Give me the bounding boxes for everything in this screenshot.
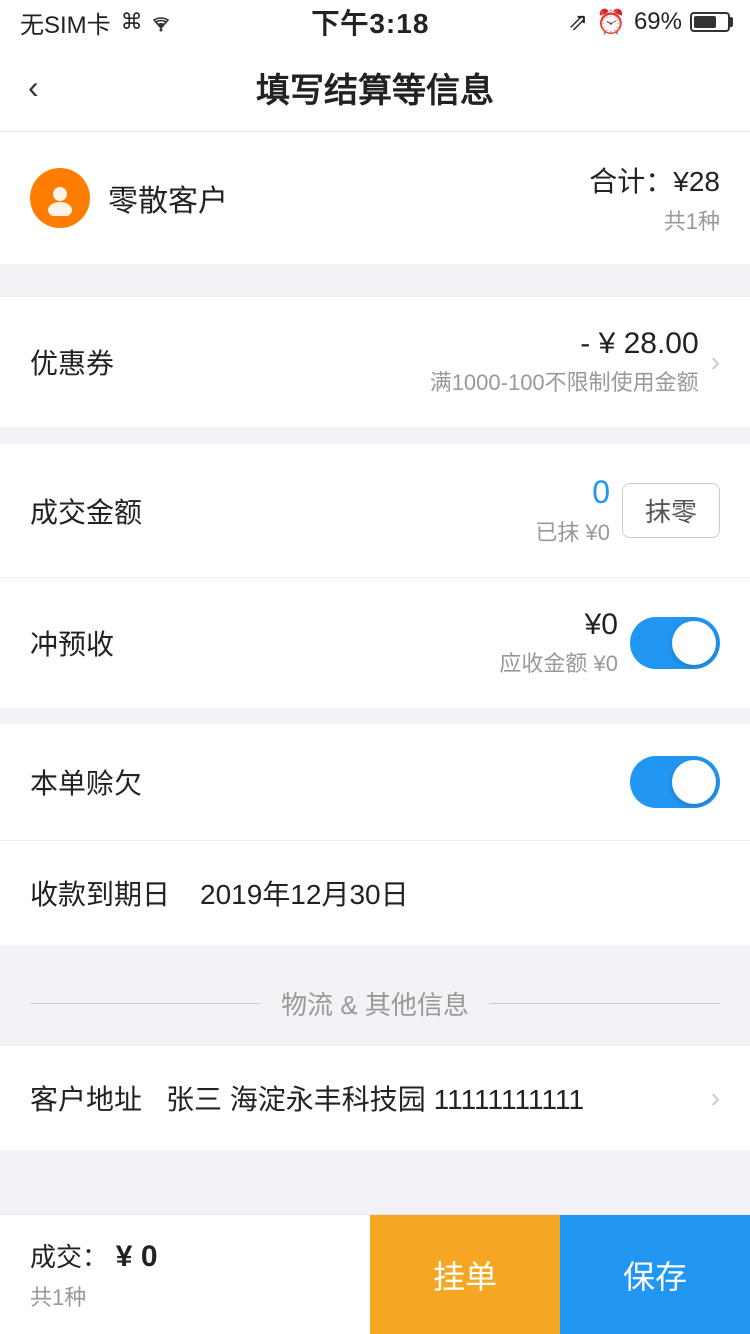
credit-label: 本单赊欠: [30, 762, 142, 802]
battery-percent: 69%: [634, 8, 682, 36]
divider-line-right: [489, 1003, 720, 1004]
prepay-row: 冲预收 ¥0 应收金额 ¥0: [0, 577, 750, 708]
prepay-amount: ¥0: [499, 608, 618, 642]
deal-amount-row: 成交金额 0 已抹 ¥0 抹零: [0, 443, 750, 577]
deal-amount-value[interactable]: 0: [535, 474, 610, 511]
save-button[interactable]: 保存: [560, 1215, 750, 1334]
total-count: 共1种: [589, 204, 720, 236]
total-amount: 合计：¥28: [589, 160, 720, 200]
address-value: 张三 海淀永丰科技园 11111111111: [166, 1078, 711, 1118]
coupon-label: 优惠券: [30, 342, 114, 382]
due-date-value: 2019年12月30日: [200, 873, 409, 913]
signal-text: 无SIM卡: [20, 5, 111, 40]
toggle-knob: [672, 621, 716, 665]
prepay-sub: 应收金额 ¥0: [499, 646, 618, 678]
back-button[interactable]: ‹: [28, 69, 39, 106]
avatar: [30, 168, 90, 228]
bottom-info: 成交： ¥ 0 共1种: [0, 1215, 370, 1334]
nav-bar: ‹ 填写结算等信息: [0, 44, 750, 132]
customer-row: 零散客户 合计：¥28 共1种: [0, 132, 750, 264]
prepay-amount-block: ¥0 应收金额 ¥0: [499, 608, 618, 678]
credit-toggle-knob: [672, 760, 716, 804]
divider-line-left: [30, 1003, 261, 1004]
wifi-icon: ⌘: [121, 9, 173, 35]
customer-name: 零散客户: [108, 176, 228, 220]
logistics-divider: 物流 & 其他信息: [0, 961, 750, 1046]
coupon-row[interactable]: 优惠券 - ¥ 28.00 满1000-100不限制使用金额 ›: [0, 296, 750, 427]
deal-amount-block: 0 已抹 ¥0: [535, 474, 610, 547]
prepay-label: 冲预收: [30, 623, 114, 663]
prepay-toggle[interactable]: [630, 617, 720, 669]
coupon-right: - ¥ 28.00 满1000-100不限制使用金额 ›: [430, 327, 720, 397]
credit-row: 本单赊欠: [0, 724, 750, 840]
due-date-row: 收款到期日 2019年12月30日: [0, 840, 750, 945]
address-label: 客户地址: [30, 1078, 142, 1118]
page-title: 填写结算等信息: [256, 63, 494, 112]
address-chevron: ›: [711, 1082, 720, 1114]
deal-amount-label: 成交金额: [30, 491, 142, 531]
customer-total: 合计：¥28 共1种: [589, 160, 720, 236]
logistics-label: 物流 & 其他信息: [281, 985, 469, 1022]
alarm-icon: ⏰: [596, 8, 626, 37]
deal-amount-right: 0 已抹 ¥0 抹零: [535, 474, 720, 547]
credit-toggle[interactable]: [630, 756, 720, 808]
status-time: 下午3:18: [311, 2, 429, 42]
bottom-count: 共1种: [30, 1280, 340, 1312]
location-icon: ⇗: [568, 8, 588, 37]
due-date-label: 收款到期日: [30, 873, 170, 913]
prepay-right: ¥0 应收金额 ¥0: [499, 608, 720, 678]
pending-button[interactable]: 挂单: [370, 1215, 560, 1334]
bottom-bar: 成交： ¥ 0 共1种 挂单 保存: [0, 1214, 750, 1334]
bottom-deal-label: 成交：: [30, 1242, 108, 1272]
battery-icon: [690, 12, 730, 32]
customer-info: 零散客户: [30, 168, 228, 228]
deal-amount-sub: 已抹 ¥0: [535, 515, 610, 547]
round-off-button[interactable]: 抹零: [622, 483, 720, 538]
coupon-value-block: - ¥ 28.00 满1000-100不限制使用金额: [430, 327, 699, 397]
coupon-desc: 满1000-100不限制使用金额: [430, 365, 699, 397]
bottom-deal-line: 成交： ¥ 0: [30, 1237, 340, 1274]
address-row[interactable]: 客户地址 张三 海淀永丰科技园 11111111111 ›: [0, 1046, 750, 1150]
status-left: 无SIM卡 ⌘: [20, 5, 173, 40]
status-right: ⇗ ⏰ 69%: [568, 8, 730, 37]
bottom-deal-amount: ¥ 0: [116, 1240, 158, 1273]
status-bar: 无SIM卡 ⌘ 下午3:18 ⇗ ⏰ 69%: [0, 0, 750, 44]
coupon-chevron: ›: [711, 346, 720, 378]
coupon-amount: - ¥ 28.00: [430, 327, 699, 361]
